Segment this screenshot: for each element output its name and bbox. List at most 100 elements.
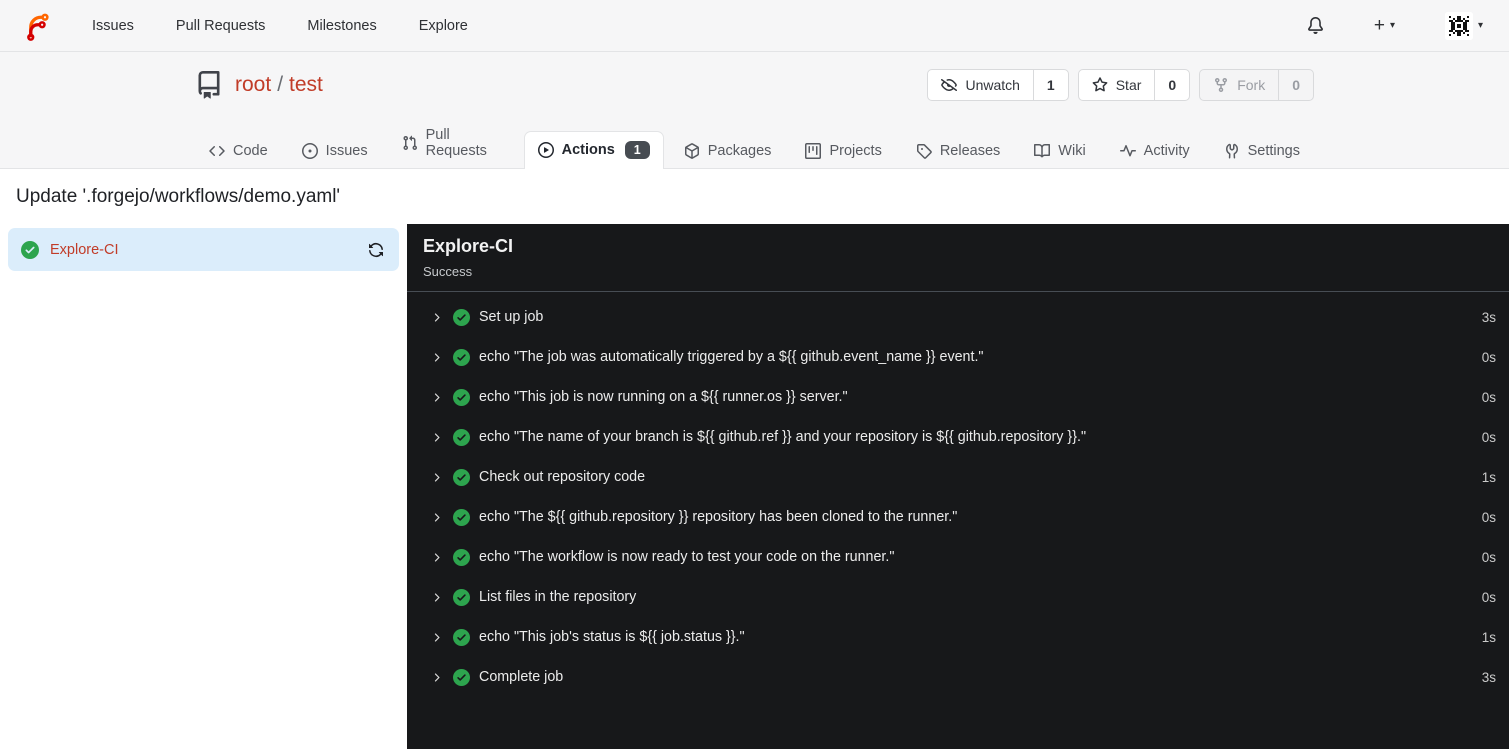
navbar-link-pull-requests[interactable]: Pull Requests	[176, 18, 265, 34]
fork-button-group: Fork 0	[1199, 69, 1314, 101]
tab-projects[interactable]: Projects	[791, 133, 895, 169]
repo-icon	[195, 71, 223, 99]
star-button[interactable]: Star	[1079, 70, 1155, 100]
forgejo-logo-icon	[27, 13, 49, 41]
tab-releases[interactable]: Releases	[902, 133, 1014, 169]
tab-code[interactable]: Code	[195, 133, 282, 169]
notifications-button[interactable]	[1303, 13, 1328, 38]
navbar-link-explore[interactable]: Explore	[419, 18, 468, 34]
chevron-right-icon[interactable]	[430, 511, 443, 524]
step-name: Check out repository code	[479, 469, 646, 485]
repo-header: root / test Unwatch 1 Star 0 Fork 0 Code…	[0, 52, 1509, 169]
step-name: echo "This job's status is ${{ job.statu…	[479, 629, 745, 645]
tab-issues-label: Issues	[325, 143, 368, 159]
pulse-icon	[1119, 143, 1136, 159]
step-row[interactable]: Set up job 3s	[407, 297, 1509, 337]
eye-slash-icon	[941, 77, 958, 93]
create-new-button[interactable]: + ▾	[1370, 12, 1399, 39]
job-list-item-explore-ci[interactable]: Explore-CI	[8, 228, 399, 271]
navbar-link-issues[interactable]: Issues	[92, 18, 134, 34]
unwatch-button[interactable]: Unwatch	[928, 70, 1032, 100]
tab-projects-label: Projects	[829, 143, 882, 159]
step-row[interactable]: echo "This job is now running on a ${{ r…	[407, 377, 1509, 417]
tab-activity-label: Activity	[1143, 143, 1190, 159]
check-circle-icon	[453, 308, 470, 326]
step-row[interactable]: echo "This job's status is ${{ job.statu…	[407, 617, 1509, 657]
bell-icon	[1307, 17, 1324, 34]
tab-pull-requests-label: Pull Requests	[425, 127, 487, 159]
avatar	[1444, 11, 1473, 40]
job-panel-header: Explore-CI Success	[407, 224, 1509, 292]
tab-wiki-label: Wiki	[1058, 143, 1086, 159]
chevron-right-icon[interactable]	[430, 631, 443, 644]
step-name: List files in the repository	[479, 589, 637, 605]
job-steps-list: Set up job 3s echo "The job was automati…	[407, 292, 1509, 702]
code-icon	[209, 143, 225, 159]
step-row[interactable]: Complete job 3s	[407, 657, 1509, 697]
chevron-right-icon[interactable]	[430, 591, 443, 604]
step-row[interactable]: Check out repository code 1s	[407, 457, 1509, 497]
plus-icon: +	[1373, 15, 1385, 36]
book-icon	[1034, 143, 1051, 159]
step-name: echo "The job was automatically triggere…	[479, 349, 984, 365]
chevron-right-icon[interactable]	[430, 351, 443, 364]
step-name: echo "This job is now running on a ${{ r…	[479, 389, 848, 405]
actions-run-view: Update '.forgejo/workflows/demo.yaml' Ex…	[0, 186, 1509, 749]
chevron-right-icon[interactable]	[430, 551, 443, 564]
step-duration: 0s	[1481, 509, 1496, 525]
step-name: Complete job	[479, 669, 564, 685]
check-circle-icon	[453, 468, 470, 486]
tag-icon	[916, 143, 932, 159]
project-icon	[805, 143, 822, 159]
tab-activity[interactable]: Activity	[1106, 133, 1204, 169]
package-icon	[684, 143, 700, 159]
step-duration: 0s	[1481, 389, 1496, 405]
check-circle-icon	[453, 628, 470, 646]
tab-wiki[interactable]: Wiki	[1020, 133, 1099, 169]
watch-button-group: Unwatch 1	[927, 69, 1069, 101]
unwatch-label: Unwatch	[965, 77, 1020, 93]
chevron-right-icon[interactable]	[430, 471, 443, 484]
job-name: Explore-CI	[50, 241, 119, 258]
tab-actions-label: Actions	[561, 142, 615, 158]
tab-settings[interactable]: Settings	[1210, 133, 1314, 169]
navbar-link-milestones[interactable]: Milestones	[307, 18, 376, 34]
job-log-panel: Explore-CI Success Set up job 3s echo "T…	[407, 224, 1509, 749]
step-row[interactable]: echo "The name of your branch is ${{ git…	[407, 417, 1509, 457]
fork-button: Fork	[1200, 70, 1278, 100]
repo-breadcrumb: root / test	[235, 73, 323, 97]
repo-name-link[interactable]: test	[289, 73, 323, 96]
job-status-text: Success	[423, 264, 473, 279]
tab-issues[interactable]: Issues	[288, 133, 382, 169]
step-row[interactable]: echo "The workflow is now ready to test …	[407, 537, 1509, 577]
check-circle-icon	[453, 388, 470, 406]
pull-request-icon	[402, 135, 418, 151]
step-row[interactable]: echo "The ${{ github.repository }} repos…	[407, 497, 1509, 537]
star-count[interactable]: 0	[1154, 70, 1189, 100]
chevron-right-icon[interactable]	[430, 431, 443, 444]
forgejo-logo[interactable]	[22, 11, 52, 41]
top-navbar: Issues Pull Requests Milestones Explore …	[0, 0, 1509, 52]
star-icon	[1092, 77, 1108, 93]
repo-owner-link[interactable]: root	[235, 73, 271, 96]
tab-actions[interactable]: Actions 1	[523, 131, 664, 169]
step-row[interactable]: echo "The job was automatically triggere…	[407, 337, 1509, 377]
check-circle-icon	[453, 348, 470, 366]
step-duration: 1s	[1481, 629, 1496, 645]
fork-icon	[1213, 77, 1229, 93]
step-name: echo "The ${{ github.repository }} repos…	[479, 509, 958, 525]
tab-pull-requests[interactable]: Pull Requests	[388, 117, 518, 169]
step-row[interactable]: List files in the repository 0s	[407, 577, 1509, 617]
tab-packages[interactable]: Packages	[670, 133, 786, 169]
step-duration: 0s	[1481, 349, 1496, 365]
chevron-right-icon[interactable]	[430, 391, 443, 404]
watch-count[interactable]: 1	[1032, 70, 1068, 100]
star-label: Star	[1115, 77, 1142, 93]
rerun-job-button[interactable]	[366, 240, 386, 260]
chevron-right-icon[interactable]	[430, 311, 443, 324]
user-menu-button[interactable]: ▾	[1441, 8, 1487, 44]
jobs-sidebar: Explore-CI	[0, 224, 407, 749]
chevron-right-icon[interactable]	[430, 671, 443, 684]
check-circle-icon	[453, 588, 470, 606]
step-duration: 0s	[1481, 429, 1496, 445]
